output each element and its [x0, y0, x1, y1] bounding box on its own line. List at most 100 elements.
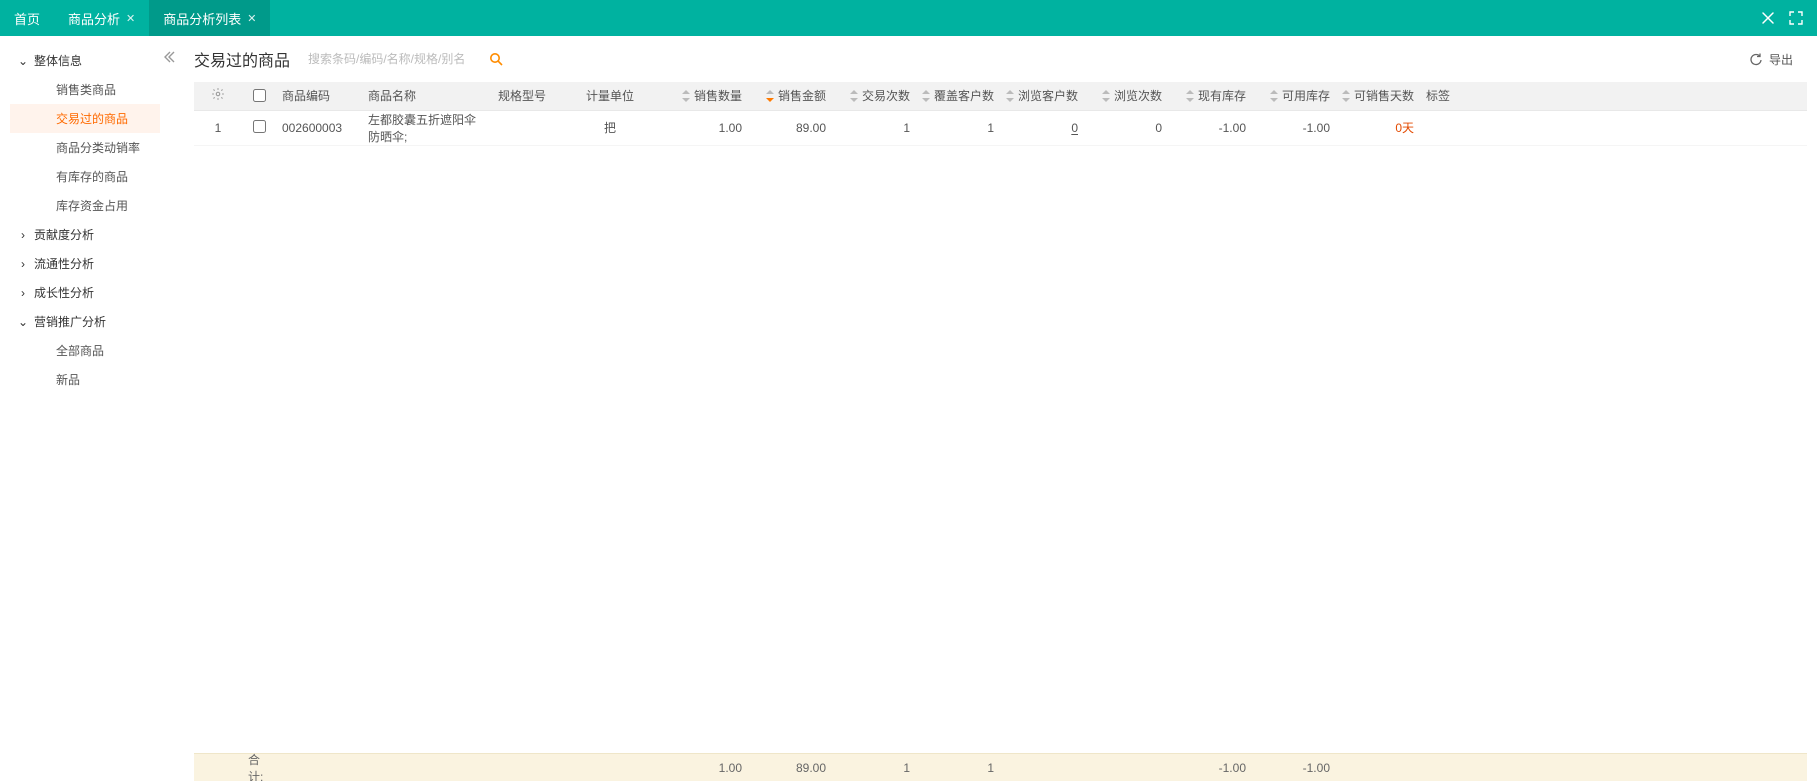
tabbar: 首页 商品分析 ✕ 商品分析列表 ✕	[0, 0, 1817, 36]
totals-row: 合计: 1.00 89.00 1 1 -1.00 -1.00	[194, 753, 1807, 781]
sidebar-group-circulation[interactable]: › 流通性分析	[10, 249, 160, 278]
tab-product-analysis-list[interactable]: 商品分析列表 ✕	[149, 0, 270, 36]
sidebar-group-contribution[interactable]: › 贡献度分析	[10, 220, 160, 249]
th-qty[interactable]: 销售数量	[652, 82, 748, 110]
main: 交易过的商品 导出	[160, 36, 1817, 781]
close-icon[interactable]: ✕	[126, 12, 135, 25]
gear-icon	[211, 87, 225, 104]
sidebar-group-label: 整体信息	[34, 52, 82, 69]
chevron-right-icon: ›	[18, 286, 28, 300]
tab-label: 商品分析	[68, 9, 120, 28]
sidebar-group-overall[interactable]: ⌄ 整体信息	[10, 46, 160, 75]
sidebar-item-all-products[interactable]: 全部商品	[10, 336, 160, 365]
cell-available: -1.00	[1252, 110, 1336, 145]
chevron-down-icon: ⌄	[18, 54, 28, 68]
collapse-sidebar-icon[interactable]	[160, 48, 178, 66]
close-panel-icon[interactable]	[1761, 11, 1775, 25]
chevron-right-icon: ›	[18, 228, 28, 242]
th-unit[interactable]: 计量单位	[568, 82, 652, 110]
table-head: 商品编码 商品名称 规格型号 计量单位 销售数量 销售金额 交易次数 覆盖客户数…	[194, 82, 1807, 110]
cell-tags	[1420, 110, 1807, 145]
cell-rownum: 1	[194, 110, 242, 145]
sidebar-item-inventory-funds[interactable]: 库存资金占用	[10, 191, 160, 220]
th-spec[interactable]: 规格型号	[492, 82, 568, 110]
cell-stock: -1.00	[1168, 110, 1252, 145]
export-label: 导出	[1769, 51, 1793, 68]
sidebar: ⌄ 整体信息 销售类商品 交易过的商品 商品分类动销率 有库存的商品 库存资金占…	[10, 36, 160, 781]
select-all-checkbox[interactable]	[253, 89, 266, 102]
cell-days: 0天	[1336, 110, 1420, 145]
table-row[interactable]: 1 002600003 左都胶囊五折遮阳伞防晒伞; 把 1.00 89.00 1…	[194, 110, 1807, 145]
chevron-down-icon: ⌄	[18, 315, 28, 329]
sort-icon	[766, 90, 774, 102]
sidebar-item-traded-products[interactable]: 交易过的商品	[10, 104, 160, 133]
page-title: 交易过的商品	[194, 47, 290, 71]
cell-spec	[492, 110, 568, 145]
view-customers-value[interactable]: 0	[1071, 121, 1078, 135]
cell-code: 002600003	[276, 110, 362, 145]
th-views[interactable]: 浏览次数	[1084, 82, 1168, 110]
sort-icon	[1270, 90, 1278, 102]
sidebar-group-label: 流通性分析	[34, 255, 94, 272]
sort-icon	[1186, 90, 1194, 102]
sidebar-group-label: 营销推广分析	[34, 313, 106, 330]
totals-label: 合计:	[242, 754, 276, 781]
totals-trades: 1	[832, 754, 916, 781]
th-settings[interactable]	[194, 82, 242, 110]
sidebar-item-in-stock-products[interactable]: 有库存的商品	[10, 162, 160, 191]
th-days[interactable]: 可销售天数	[1336, 82, 1420, 110]
th-view-customers[interactable]: 浏览客户数	[1000, 82, 1084, 110]
th-available[interactable]: 可用库存	[1252, 82, 1336, 110]
table: 商品编码 商品名称 规格型号 计量单位 销售数量 销售金额 交易次数 覆盖客户数…	[170, 82, 1817, 753]
th-tags[interactable]: 标签	[1420, 82, 1807, 110]
totals-views	[1084, 754, 1168, 781]
close-icon[interactable]: ✕	[247, 12, 256, 25]
sort-icon	[682, 90, 690, 102]
sidebar-group-label: 成长性分析	[34, 284, 94, 301]
cell-checkbox	[242, 110, 276, 145]
sidebar-group-growth[interactable]: › 成长性分析	[10, 278, 160, 307]
search-box	[308, 46, 508, 72]
totals-available: -1.00	[1252, 754, 1336, 781]
chevron-right-icon: ›	[18, 257, 28, 271]
cell-view-customers: 0	[1000, 110, 1084, 145]
th-customers[interactable]: 覆盖客户数	[916, 82, 1000, 110]
th-name[interactable]: 商品名称	[362, 82, 492, 110]
sidebar-item-sales-products[interactable]: 销售类商品	[10, 75, 160, 104]
sidebar-item-category-turnover[interactable]: 商品分类动销率	[10, 133, 160, 162]
th-checkbox[interactable]	[242, 82, 276, 110]
page-header: 交易过的商品 导出	[170, 36, 1817, 82]
tabbar-right	[1761, 0, 1817, 36]
th-amount[interactable]: 销售金额	[748, 82, 832, 110]
th-stock[interactable]: 现有库存	[1168, 82, 1252, 110]
sort-icon	[922, 90, 930, 102]
totals-days	[1336, 754, 1420, 781]
sort-icon	[1102, 90, 1110, 102]
cell-unit: 把	[568, 110, 652, 145]
cell-customers: 1	[916, 110, 1000, 145]
tab-home[interactable]: 首页	[0, 0, 54, 36]
th-code[interactable]: 商品编码	[276, 82, 362, 110]
cell-trades: 1	[832, 110, 916, 145]
tab-product-analysis[interactable]: 商品分析 ✕	[54, 0, 149, 36]
cell-amount: 89.00	[748, 110, 832, 145]
fullscreen-icon[interactable]	[1789, 11, 1803, 25]
tab-label: 商品分析列表	[163, 9, 241, 28]
sidebar-group-label: 贡献度分析	[34, 226, 94, 243]
totals-qty: 1.00	[652, 754, 748, 781]
sort-icon	[1006, 90, 1014, 102]
totals-view-customers	[1000, 754, 1084, 781]
totals-stock: -1.00	[1168, 754, 1252, 781]
sidebar-group-marketing[interactable]: ⌄ 营销推广分析	[10, 307, 160, 336]
cell-name: 左都胶囊五折遮阳伞防晒伞;	[362, 110, 492, 145]
cell-views: 0	[1084, 110, 1168, 145]
export-button[interactable]: 导出	[1749, 51, 1803, 68]
th-trades[interactable]: 交易次数	[832, 82, 916, 110]
search-input[interactable]	[308, 46, 508, 72]
row-checkbox[interactable]	[253, 120, 266, 133]
sort-icon	[850, 90, 858, 102]
sort-icon	[1342, 90, 1350, 102]
totals-amount: 89.00	[748, 754, 832, 781]
search-icon[interactable]	[484, 46, 508, 72]
sidebar-item-new-products[interactable]: 新品	[10, 365, 160, 394]
